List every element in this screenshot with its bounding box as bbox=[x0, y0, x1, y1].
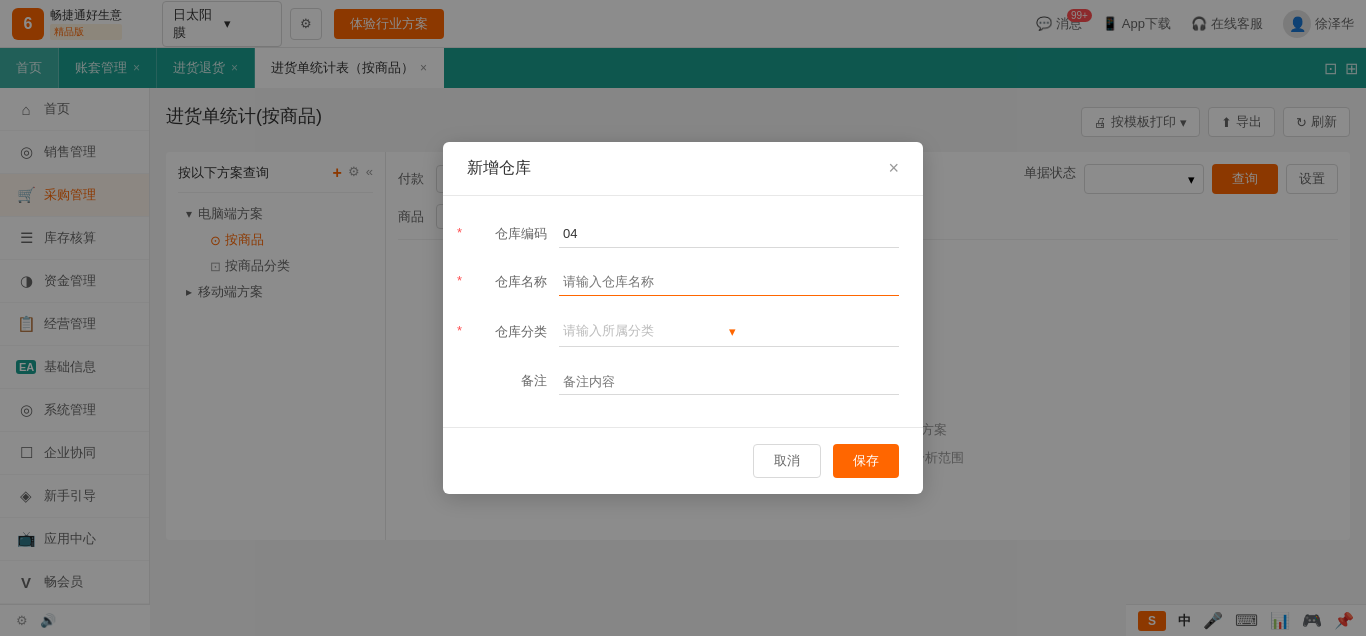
warehouse-remark-input[interactable] bbox=[559, 367, 899, 395]
warehouse-category-select[interactable]: 请输入所属分类 ▾ bbox=[559, 316, 899, 347]
save-button[interactable]: 保存 bbox=[833, 444, 899, 478]
warehouse-name-input[interactable] bbox=[559, 268, 899, 296]
modal-header: 新增仓库 × bbox=[443, 142, 923, 196]
modal-overlay: 新增仓库 × 仓库编码 仓库名称 仓库分类 请输入所属分类 ▾ bbox=[0, 0, 1366, 636]
warehouse-name-label: 仓库名称 bbox=[467, 273, 547, 291]
warehouse-code-field: 仓库编码 bbox=[467, 220, 899, 248]
modal-title: 新增仓库 bbox=[467, 158, 531, 179]
warehouse-category-label: 仓库分类 bbox=[467, 323, 547, 341]
cancel-button[interactable]: 取消 bbox=[753, 444, 821, 478]
modal-body: 仓库编码 仓库名称 仓库分类 请输入所属分类 ▾ 备注 bbox=[443, 196, 923, 427]
warehouse-name-field: 仓库名称 bbox=[467, 268, 899, 296]
modal-footer: 取消 保存 bbox=[443, 427, 923, 494]
category-chevron-icon: ▾ bbox=[729, 324, 895, 339]
add-warehouse-modal: 新增仓库 × 仓库编码 仓库名称 仓库分类 请输入所属分类 ▾ bbox=[443, 142, 923, 494]
warehouse-code-input[interactable] bbox=[559, 220, 899, 248]
warehouse-category-field: 仓库分类 请输入所属分类 ▾ bbox=[467, 316, 899, 347]
warehouse-code-label: 仓库编码 bbox=[467, 225, 547, 243]
warehouse-remark-label: 备注 bbox=[467, 372, 547, 390]
modal-close-button[interactable]: × bbox=[888, 158, 899, 179]
warehouse-remark-field: 备注 bbox=[467, 367, 899, 395]
category-placeholder: 请输入所属分类 bbox=[563, 322, 729, 340]
